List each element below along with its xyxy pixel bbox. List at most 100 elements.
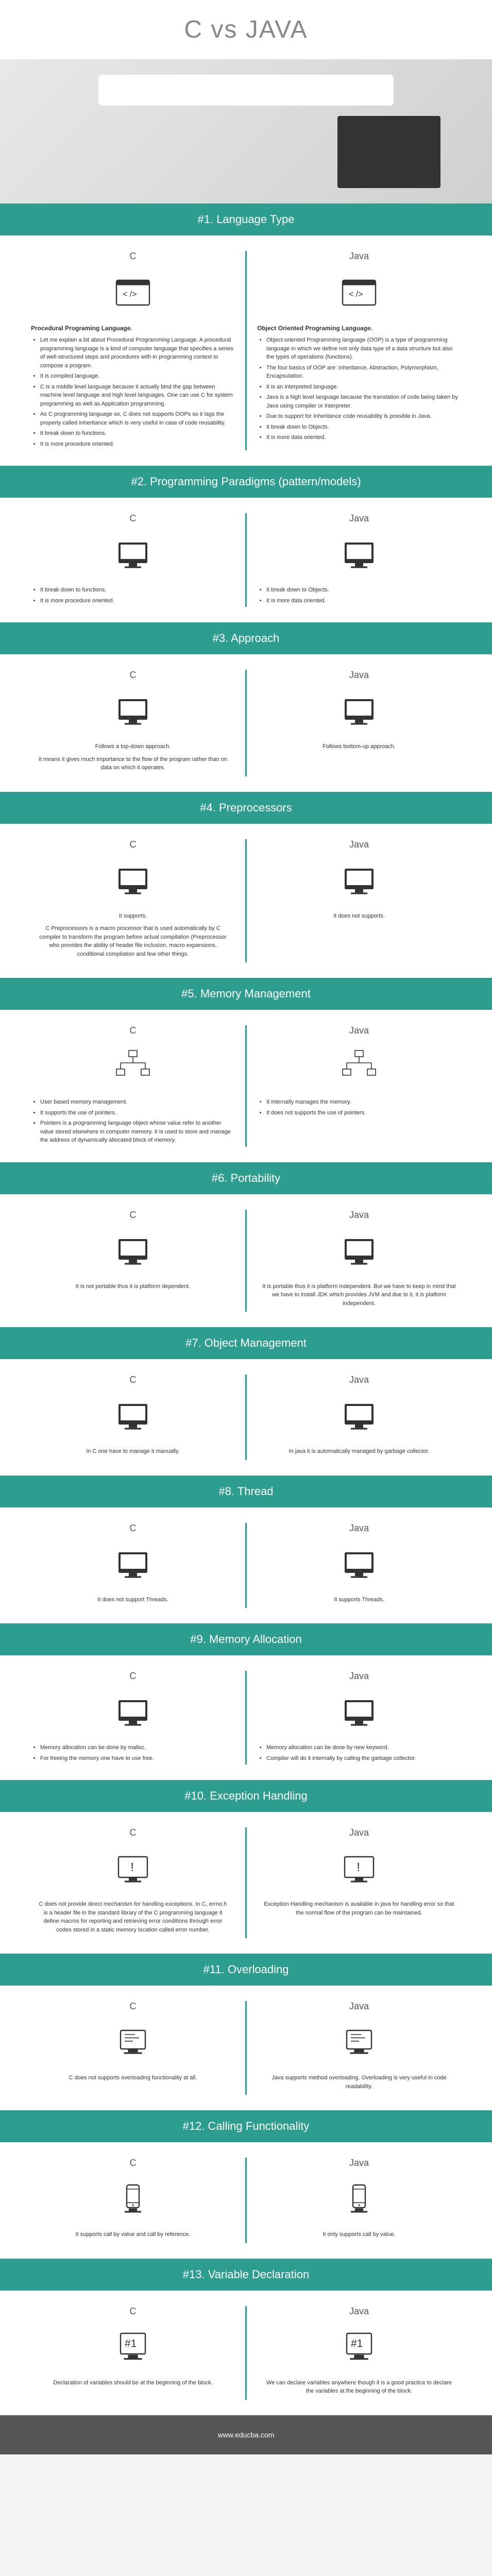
c-title: C [31,251,235,262]
c-column: C C does not supports overloading functio… [21,2001,247,2095]
c-column: CMemory allocation can be done by malloc… [21,1671,247,1765]
monitor-icon [31,1544,235,1585]
monitor-icon [257,860,461,902]
java-content: It supports Threads. [257,1596,461,1604]
java-content: Follows bottom-up approach. [257,742,461,751]
section-header-10: #10. Exception Handling [0,1780,492,1812]
section-header-6: #6. Portability [0,1162,492,1194]
flow-icon [31,1046,235,1088]
c-content: It supports.C Preprocessors is a macro p… [31,912,235,959]
monitor-icon [31,691,235,732]
c-title: C [31,839,235,850]
monitor-icon [257,534,461,575]
section-header-7: #7. Object Management [0,1327,492,1359]
monitor-icon [31,1692,235,1733]
section-header-2: #2. Programming Paradigms (pattern/model… [0,466,492,498]
java-title: Java [257,251,461,262]
monitor-icon [257,1544,461,1585]
monitor-exclaim-icon: ! [31,1849,235,1890]
footer: www.educba.com [0,2415,492,2454]
section-header-8: #8. Thread [0,1476,492,1507]
c-column: CFollows a top-down approach.It means it… [21,670,247,776]
c-content: C does not provide direct mechanism for … [31,1900,235,1934]
svg-text:< />: < /> [123,290,137,299]
c-content: C does not supports overloading function… [31,2074,235,2082]
java-column: JavaJava supports method overloading. Ov… [247,2001,471,2095]
svg-text:!: ! [130,1860,134,1874]
comparison-row-12: CIt supports call by value and call by r… [0,2142,492,2259]
java-column: Java Follows bottom-up approach. [247,670,471,776]
c-column: C It is not portable thus it is platform … [21,1210,247,1312]
comparison-row-4: C It supports.C Preprocessors is a macro … [0,824,492,978]
section-header-1: #1. Language Type [0,204,492,235]
c-content: It is not portable thus it is platform d… [31,1282,235,1291]
java-title: Java [257,839,461,850]
c-title: C [31,1025,235,1036]
c-column: C User based memory management.It support… [21,1025,247,1147]
c-column: CIt supports call by value and call by r… [21,2158,247,2243]
svg-text:#1: #1 [351,2337,363,2349]
code-icon: < /> [31,272,235,313]
comparison-row-5: C User based memory management.It support… [0,1010,492,1162]
java-title: Java [257,670,461,681]
c-column: C It supports.C Preprocessors is a macro … [21,839,247,963]
c-column: CIt does not support Threads. [21,1523,247,1608]
code-icon: < /> [257,272,461,313]
monitor-icon [31,860,235,902]
java-title: Java [257,2306,461,2317]
comparison-row-2: CIt break down to functions.It is more p… [0,498,492,622]
c-title: C [31,2158,235,2168]
section-header-11: #11. Overloading [0,1954,492,1986]
comparison-row-3: CFollows a top-down approach.It means it… [0,654,492,792]
comparison-row-6: C It is not portable thus it is platform … [0,1194,492,1328]
java-content: Exception Handling mechanism is availabl… [257,1900,461,1917]
c-content: It does not support Threads. [31,1596,235,1604]
java-content: Object Oriented Programing Language.Obje… [257,324,461,442]
java-column: JavaIn java it is automatically managed … [247,1375,471,1460]
comparison-row-9: CMemory allocation can be done by malloc… [0,1655,492,1780]
section-header-5: #5. Memory Management [0,978,492,1010]
section-header-3: #3. Approach [0,622,492,654]
c-content: User based memory management.It supports… [31,1098,235,1145]
monitor-exclaim-icon: ! [257,1849,461,1890]
overload-icon [31,2022,235,2063]
monitor-icon [31,1396,235,1437]
comparison-row-10: C! C does not provide direct mechanism fo… [0,1812,492,1954]
java-title: Java [257,1025,461,1036]
c-column: CIt break down to functions.It is more p… [21,513,247,607]
c-title: C [31,670,235,681]
java-content: It internally manages the memory.It does… [257,1098,461,1117]
section-header-4: #4. Preprocessors [0,792,492,824]
monitor-icon [31,534,235,575]
c-title: C [31,1671,235,1682]
java-content: We can declare variables anywhere though… [257,2379,461,2396]
java-title: Java [257,2001,461,2012]
svg-text:< />: < /> [349,290,363,299]
svg-text:!: ! [357,1860,360,1874]
c-column: C< />Procedural Programing Language.Let … [21,251,247,450]
c-title: C [31,1210,235,1221]
java-column: JavaIt does not supports. [247,839,471,963]
c-content: It break down to functions.It is more pr… [31,586,235,605]
java-column: Java It internally manages the memory.It … [247,1025,471,1147]
java-column: JavaMemory allocation can be done by new… [247,1671,471,1765]
page-title: C vs JAVA [10,15,482,44]
c-content: In C one have to manage it manually. [31,1447,235,1456]
overload-icon [257,2022,461,2063]
c-title: C [31,2001,235,2012]
section-header-13: #13. Variable Declaration [0,2259,492,2291]
java-content: It is portable thus it is platform indep… [257,1282,461,1308]
comparison-row-8: CIt does not support Threads.JavaIt supp… [0,1507,492,1624]
flow-icon [257,1046,461,1088]
section-header-12: #12. Calling Functionality [0,2110,492,2142]
java-column: Java #1 We can declare variables anywhere … [247,2306,471,2400]
footer-text: www.educba.com [218,2431,275,2439]
java-content: In java it is automatically managed by g… [257,1447,461,1456]
java-content: Memory allocation can be done by new key… [257,1743,461,1762]
c-column: C#1Declaration of variables should be at… [21,2306,247,2400]
c-column: CIn C one have to manage it manually. [21,1375,247,1460]
page-header: C vs JAVA [0,0,492,59]
java-title: Java [257,1210,461,1221]
c-title: C [31,1827,235,1838]
monitor-icon [257,1396,461,1437]
